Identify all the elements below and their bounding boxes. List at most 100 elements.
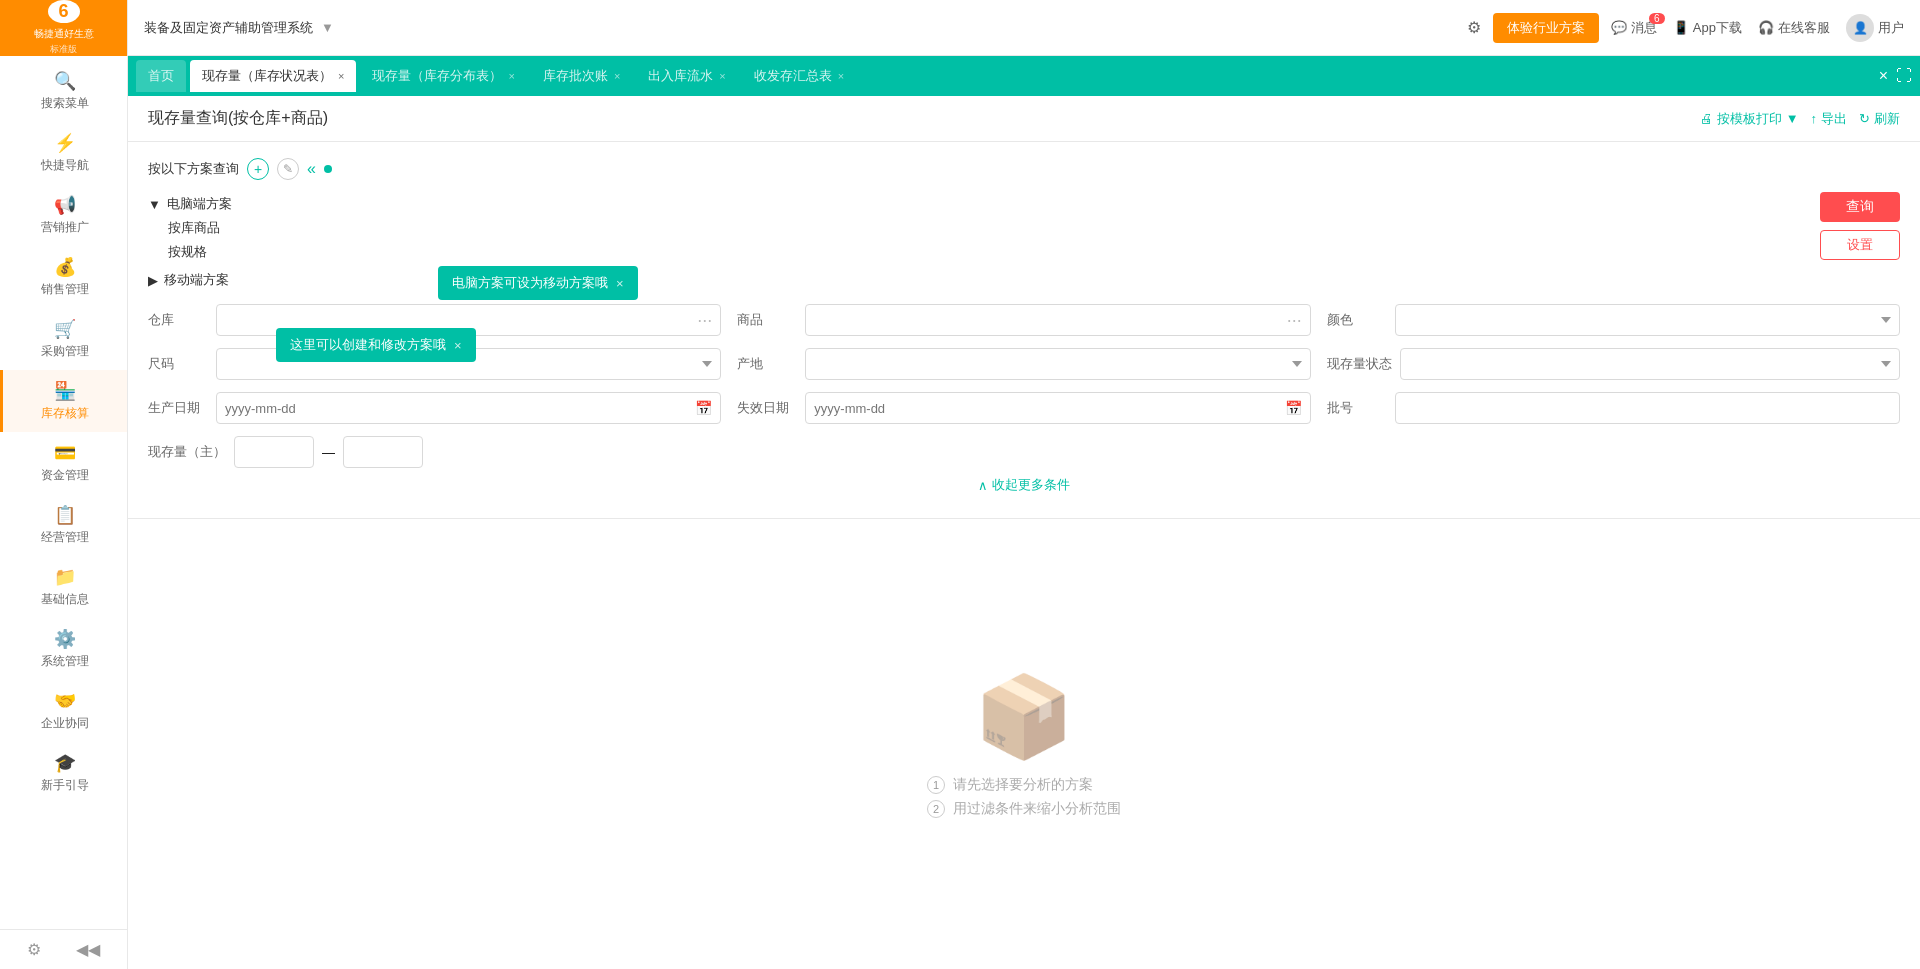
settings-icon[interactable]: ⚙ (1467, 18, 1481, 37)
sidebar-item-enterprise[interactable]: 🤝 企业协同 (0, 680, 127, 742)
origin-field: 产地 (737, 348, 1310, 380)
tab-close-inventory-status[interactable]: × (338, 70, 344, 82)
system-title-text: 装备及固定资产辅助管理系统 (144, 19, 313, 37)
close-all-tabs-btn[interactable]: × (1879, 67, 1888, 85)
goods-input[interactable] (814, 305, 1286, 335)
settings-footer-btn[interactable]: ⚙ (27, 940, 41, 959)
sidebar-item-sales[interactable]: 💰 销售管理 (0, 246, 127, 308)
empty-hint-1: 1 请先选择要分析的方案 (927, 776, 1093, 794)
sidebar-label-nav: 快捷导航 (41, 157, 89, 174)
mobile-scheme-group[interactable]: ▶ 移动端方案 (148, 268, 1900, 292)
tab-recv-summary[interactable]: 收发存汇总表 × (742, 60, 856, 92)
sidebar-item-marketing[interactable]: 📢 营销推广 (0, 184, 127, 246)
stock-main-to-input[interactable] (343, 436, 423, 468)
sidebar-item-guide[interactable]: 🎓 新手引导 (0, 742, 127, 804)
search-btn[interactable]: 查询 (1820, 192, 1900, 222)
refresh-btn[interactable]: ↻ 刷新 (1859, 110, 1900, 128)
online-support-btn[interactable]: 🎧 在线客服 (1758, 19, 1830, 37)
sidebar-item-nav[interactable]: ⚡ 快捷导航 (0, 122, 127, 184)
color-select[interactable] (1395, 304, 1900, 336)
sidebar-item-inventory[interactable]: 🏪 库存核算 (0, 370, 127, 432)
tab-close-recv-summary[interactable]: × (838, 70, 844, 82)
sidebar-label-marketing: 营销推广 (41, 219, 89, 236)
expand-icon: ▼ (148, 197, 161, 212)
sidebar-item-search[interactable]: 🔍 搜索菜单 (0, 60, 127, 122)
empty-illustration: 📦 (974, 670, 1074, 764)
message-btn[interactable]: 💬 6 消息 (1611, 19, 1657, 37)
user-menu-btn[interactable]: 👤 用户 (1846, 14, 1904, 42)
sidebar: 6 畅捷通好生意 标准版 🔍 搜索菜单 ⚡ 快捷导航 📢 营销推广 💰 销售管理… (0, 0, 128, 969)
sidebar-label-search: 搜索菜单 (41, 95, 89, 112)
tab-home[interactable]: 首页 (136, 60, 186, 92)
filter-edit-btn[interactable]: ✎ (277, 158, 299, 180)
tab-close-inventory-dist[interactable]: × (508, 70, 514, 82)
phone-icon: 📱 (1673, 20, 1689, 35)
print-icon: 🖨 (1700, 111, 1713, 126)
mfg-date-label: 生产日期 (148, 399, 208, 417)
export-btn[interactable]: ↑ 导出 (1811, 110, 1848, 128)
tab-batch-account[interactable]: 库存批次账 × (531, 60, 632, 92)
pc-scheme-items: 按库商品 按规格 (168, 216, 1900, 264)
app-logo: 6 畅捷通好生意 标准版 (0, 0, 127, 56)
empty-hint-list: 1 请先选择要分析的方案 2 用过滤条件来缩小分析范围 (927, 776, 1121, 818)
scheme-popover-close[interactable]: × (616, 276, 624, 291)
chevron-up-icon: ∧ (978, 478, 988, 493)
money-icon: 💰 (54, 256, 76, 278)
tab-in-out-flow[interactable]: 出入库流水 × (636, 60, 737, 92)
collapse-btn[interactable]: ∧ 收起更多条件 (978, 476, 1070, 494)
origin-select[interactable] (805, 348, 1310, 380)
tab-inventory-status[interactable]: 现存量（库存状况表） × (190, 60, 356, 92)
exp-date-start-wrap[interactable]: 📅 (805, 392, 1310, 424)
filter-row-4: 现存量（主） — (148, 436, 1900, 468)
pc-scheme-item-0[interactable]: 按库商品 (168, 216, 1900, 240)
tab-inventory-dist-label: 现存量（库存分布表） (372, 67, 502, 85)
edit-popover-close[interactable]: × (454, 338, 462, 353)
mfg-date-start-wrap[interactable]: 📅 (216, 392, 721, 424)
app-download-btn[interactable]: 📱 App下载 (1673, 19, 1742, 37)
dropdown-arrow-icon[interactable]: ▼ (321, 20, 334, 35)
print-dropdown-icon: ▼ (1786, 111, 1799, 126)
scheme-tree: ▼ 电脑端方案 按库商品 按规格 ▶ 移动端方案 (148, 192, 1900, 292)
user-label: 用户 (1878, 19, 1904, 37)
megaphone-icon: 📢 (54, 194, 76, 216)
sidebar-label-sales: 销售管理 (41, 281, 89, 298)
tab-close-batch-account[interactable]: × (614, 70, 620, 82)
filter-back-icon[interactable]: « (307, 160, 316, 178)
sidebar-item-finance[interactable]: 💳 资金管理 (0, 432, 127, 494)
mfg-date-start-input[interactable] (225, 401, 691, 416)
sidebar-item-system[interactable]: ⚙️ 系统管理 (0, 618, 127, 680)
pc-scheme-group[interactable]: ▼ 电脑端方案 (148, 192, 1900, 216)
goods-input-wrap[interactable]: ··· (805, 304, 1310, 336)
print-btn[interactable]: 🖨 按模板打印 ▼ (1700, 110, 1799, 128)
filter-add-btn[interactable]: + (247, 158, 269, 180)
tab-close-in-out-flow[interactable]: × (719, 70, 725, 82)
logo-icon: 6 (48, 0, 80, 23)
origin-label: 产地 (737, 355, 797, 373)
search-icon: 🔍 (54, 70, 76, 92)
trial-btn[interactable]: 体验行业方案 (1493, 13, 1599, 43)
collapse-label: 收起更多条件 (992, 476, 1070, 494)
exp-date-start-input[interactable] (814, 401, 1280, 416)
batch-label: 批号 (1327, 399, 1387, 417)
filter-label: 按以下方案查询 (148, 160, 239, 178)
reset-btn[interactable]: 设置 (1820, 230, 1900, 260)
goods-dots: ··· (1287, 310, 1302, 331)
stock-status-select[interactable] (1400, 348, 1900, 380)
mfg-date-field: 生产日期 📅 (148, 392, 721, 424)
sidebar-item-basic[interactable]: 📁 基础信息 (0, 556, 127, 618)
goods-label: 商品 (737, 311, 797, 329)
stock-main-from-input[interactable] (234, 436, 314, 468)
store-icon: 🏪 (54, 380, 76, 402)
empty-hint-2-text: 用过滤条件来缩小分析范围 (953, 800, 1121, 818)
sidebar-item-purchase[interactable]: 🛒 采购管理 (0, 308, 127, 370)
expand-icon-mobile: ▶ (148, 273, 158, 288)
collapse-sidebar-btn[interactable]: ◀◀ (76, 940, 100, 959)
empty-hint-2: 2 用过滤条件来缩小分析范围 (927, 800, 1121, 818)
fullscreen-btn[interactable]: ⛶ (1896, 67, 1912, 85)
batch-input[interactable] (1395, 392, 1900, 424)
app-download-label: App下载 (1693, 19, 1742, 37)
tab-inventory-dist[interactable]: 现存量（库存分布表） × (360, 60, 526, 92)
pc-scheme-label: 电脑端方案 (167, 195, 232, 213)
sidebar-item-operation[interactable]: 📋 经营管理 (0, 494, 127, 556)
pc-scheme-item-1[interactable]: 按规格 (168, 240, 1900, 264)
